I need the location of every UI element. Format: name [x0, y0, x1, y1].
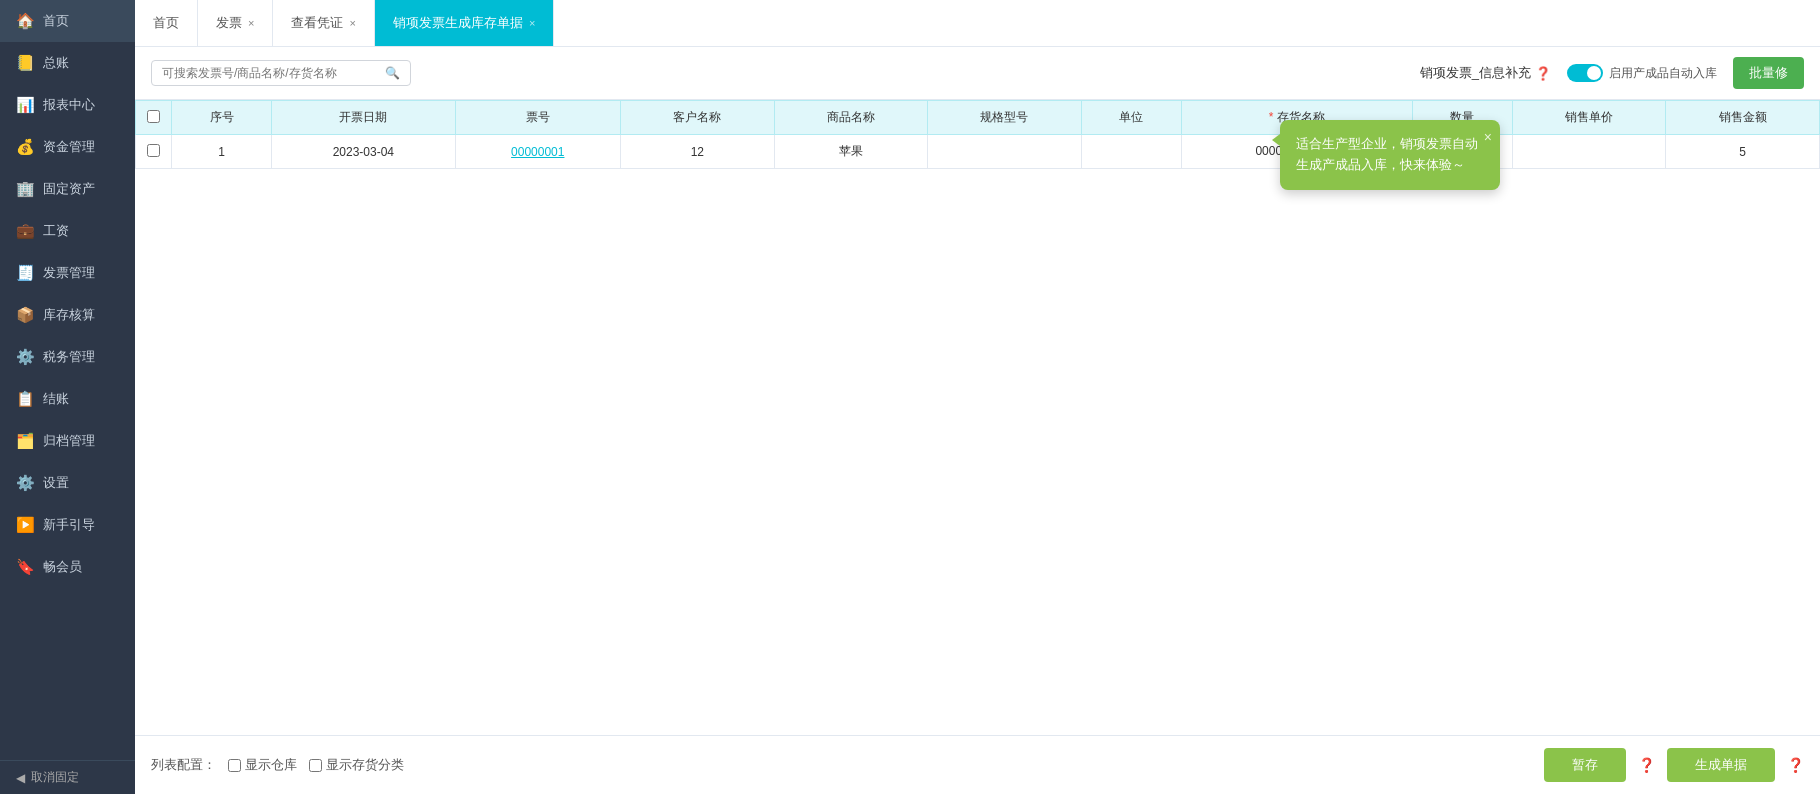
- close-voucher-tab[interactable]: ×: [349, 17, 355, 29]
- sidebar-item-home[interactable]: 🏠 首页: [0, 0, 135, 42]
- header-unit: 单位: [1081, 101, 1181, 135]
- close-invoice-tab[interactable]: ×: [248, 17, 254, 29]
- inventory-icon: 📦: [16, 306, 35, 324]
- search-box[interactable]: 🔍: [151, 60, 411, 86]
- row-date: 2023-03-04: [272, 135, 455, 169]
- data-table-wrap: 序号 开票日期 票号 客户名称 商品名称 规格型号 单位 存货名称 数量 销售单…: [135, 100, 1820, 735]
- home-icon: 🏠: [16, 12, 35, 30]
- tax-icon: ⚙️: [16, 348, 35, 366]
- gen-question-icon: ❓: [1787, 757, 1804, 773]
- header-spec: 规格型号: [928, 101, 1082, 135]
- content-area: 🔍 销项发票_信息补充 ❓ 启用产成品自动入库 批量修: [135, 47, 1820, 794]
- sidebar-item-assets[interactable]: 🏢 固定资产: [0, 168, 135, 210]
- show-category-label[interactable]: 显示存货分类: [309, 756, 404, 774]
- wages-icon: 💼: [16, 222, 35, 240]
- row-no[interactable]: 00000001: [455, 135, 621, 169]
- header-no: 票号: [455, 101, 621, 135]
- save-question-icon: ❓: [1638, 757, 1655, 773]
- sidebar: 🏠 首页 📒 总账 📊 报表中心 💰 资金管理 🏢 固定资产 💼 工资 🧾 发票…: [0, 0, 135, 794]
- settings-icon: ⚙️: [16, 474, 35, 492]
- close-stock-tab[interactable]: ×: [529, 17, 535, 29]
- sidebar-item-member[interactable]: 🔖 畅会员: [0, 546, 135, 588]
- tabbar: 首页 发票 × 查看凭证 × 销项发票生成库存单据 ×: [135, 0, 1820, 47]
- row-customer: 12: [621, 135, 775, 169]
- save-button[interactable]: 暂存: [1544, 748, 1626, 782]
- tooltip-close-button[interactable]: ×: [1484, 126, 1492, 148]
- header-product: 商品名称: [774, 101, 928, 135]
- generate-button[interactable]: 生成单据: [1667, 748, 1775, 782]
- auto-warehouse-toggle-wrap: 启用产成品自动入库: [1567, 64, 1717, 82]
- tooltip-bubble: × 适合生产型企业，销项发票自动生成产成品入库，快来体验～: [1280, 120, 1500, 190]
- sidebar-item-invoices[interactable]: 🧾 发票管理: [0, 252, 135, 294]
- row-checkbox[interactable]: [147, 144, 160, 157]
- sidebar-item-settings[interactable]: ⚙️ 设置: [0, 462, 135, 504]
- show-warehouse-checkbox[interactable]: [228, 759, 241, 772]
- archive-icon: 🗂️: [16, 432, 35, 450]
- assets-icon: 🏢: [16, 180, 35, 198]
- select-all-checkbox[interactable]: [147, 110, 160, 123]
- show-category-checkbox[interactable]: [309, 759, 322, 772]
- sidebar-item-guide[interactable]: ▶️ 新手引导: [0, 504, 135, 546]
- tab-home[interactable]: 首页: [135, 0, 198, 46]
- row-product: 苹果: [774, 135, 928, 169]
- main-area: 首页 发票 × 查看凭证 × 销项发票生成库存单据 × 🔍 销项发票_信息补充: [135, 0, 1820, 794]
- sidebar-item-ledger[interactable]: 📒 总账: [0, 42, 135, 84]
- row-unit: [1081, 135, 1181, 169]
- sidebar-item-reports[interactable]: 📊 报表中心: [0, 84, 135, 126]
- search-input[interactable]: [162, 66, 379, 80]
- sidebar-item-settlement[interactable]: 📋 结账: [0, 378, 135, 420]
- row-checkbox-cell: [136, 135, 172, 169]
- show-warehouse-label[interactable]: 显示仓库: [228, 756, 297, 774]
- bottom-actions: 暂存 ❓ 生成单据 ❓: [1544, 748, 1804, 782]
- invoices-icon: 🧾: [16, 264, 35, 282]
- sidebar-item-inventory[interactable]: 📦 库存核算: [0, 294, 135, 336]
- bottom-bar: 列表配置： 显示仓库 显示存货分类 暂存 ❓ 生成单据 ❓: [135, 735, 1820, 794]
- info-question-icon: ❓: [1535, 66, 1551, 81]
- reports-icon: 📊: [16, 96, 35, 114]
- header-customer: 客户名称: [621, 101, 775, 135]
- ledger-icon: 📒: [16, 54, 35, 72]
- header-amount: 销售金额: [1666, 101, 1820, 135]
- sidebar-item-wages[interactable]: 💼 工资: [0, 210, 135, 252]
- header-checkbox-cell: [136, 101, 172, 135]
- tab-invoice[interactable]: 发票 ×: [198, 0, 273, 46]
- info-supplement-label: 销项发票_信息补充 ❓: [1420, 64, 1551, 82]
- toolbar-right: 销项发票_信息补充 ❓ 启用产成品自动入库 批量修: [1420, 57, 1804, 89]
- header-price: 销售单价: [1512, 101, 1666, 135]
- settlement-icon: 📋: [16, 390, 35, 408]
- toggle-knob: [1587, 66, 1601, 80]
- member-icon: 🔖: [16, 558, 35, 576]
- list-config: 列表配置： 显示仓库 显示存货分类: [151, 756, 404, 774]
- header-date: 开票日期: [272, 101, 455, 135]
- data-table: 序号 开票日期 票号 客户名称 商品名称 规格型号 单位 存货名称 数量 销售单…: [135, 100, 1820, 169]
- header-seq: 序号: [172, 101, 272, 135]
- sidebar-item-archive[interactable]: 🗂️ 归档管理: [0, 420, 135, 462]
- guide-icon: ▶️: [16, 516, 35, 534]
- chevron-left-icon: ◀: [16, 771, 25, 785]
- funds-icon: 💰: [16, 138, 35, 156]
- toolbar: 🔍 销项发票_信息补充 ❓ 启用产成品自动入库 批量修: [135, 47, 1820, 100]
- row-price: [1512, 135, 1666, 169]
- cancel-fixed-btn[interactable]: ◀ 取消固定: [0, 760, 135, 794]
- sidebar-item-tax[interactable]: ⚙️ 税务管理: [0, 336, 135, 378]
- tab-voucher[interactable]: 查看凭证 ×: [273, 0, 374, 46]
- tab-stock[interactable]: 销项发票生成库存单据 ×: [375, 0, 554, 46]
- search-icon: 🔍: [385, 66, 400, 80]
- batch-edit-button[interactable]: 批量修: [1733, 57, 1804, 89]
- auto-warehouse-toggle[interactable]: [1567, 64, 1603, 82]
- table-row: 1 2023-03-04 00000001 12 苹果 000001 苹果 个 …: [136, 135, 1820, 169]
- row-spec: [928, 135, 1082, 169]
- row-amount: 5: [1666, 135, 1820, 169]
- sidebar-item-funds[interactable]: 💰 资金管理: [0, 126, 135, 168]
- row-seq: 1: [172, 135, 272, 169]
